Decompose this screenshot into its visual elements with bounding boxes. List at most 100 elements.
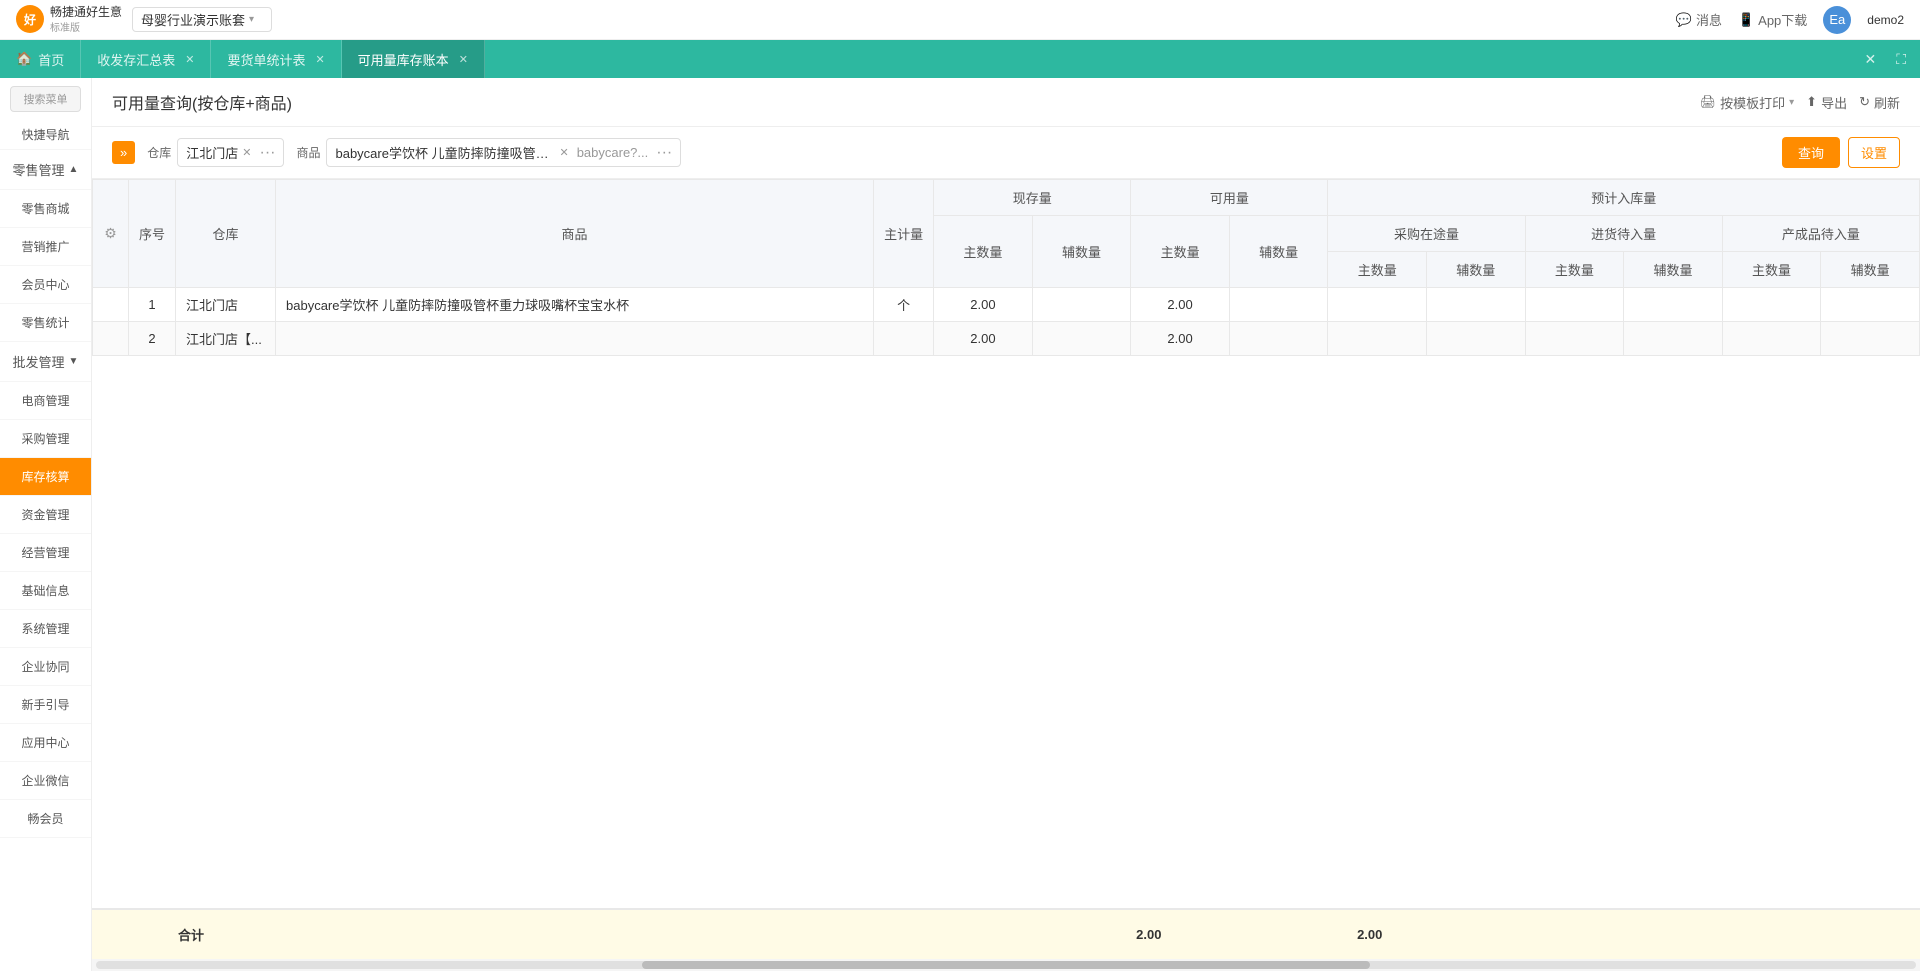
cell-sub-current-aux bbox=[1032, 322, 1131, 356]
cell-sub-product-aux bbox=[1821, 322, 1920, 356]
th-available: 可用量 bbox=[1131, 180, 1328, 216]
page-title: 可用量查询(按仓库+商品) bbox=[112, 90, 292, 114]
scrollbar-thumb[interactable] bbox=[642, 961, 1370, 969]
sidebar-item-ops[interactable]: 经营管理 bbox=[0, 534, 91, 572]
tab-available[interactable]: 可用量库存账本 ✕ bbox=[342, 40, 485, 78]
product-input[interactable]: babycare学饮杯 儿童防摔防撞吸管杯重力球吸嘴杯宝宝水杯 ✕ babyca… bbox=[326, 138, 681, 167]
filter-toggle-button[interactable]: » bbox=[112, 141, 135, 164]
footer-current-main: 2.00 bbox=[1072, 918, 1225, 951]
cell-sub-current-main: 2.00 bbox=[934, 322, 1033, 356]
settings-button[interactable]: 设置 bbox=[1848, 137, 1900, 168]
sidebar-item-finance[interactable]: 资金管理 bbox=[0, 496, 91, 534]
th-goods-main: 主数量 bbox=[1525, 252, 1624, 288]
cell-sub-unit bbox=[874, 322, 934, 356]
table-row-subtotal: 2 江北门店【... 2.00 2.00 bbox=[93, 322, 1920, 356]
sidebar: 搜索菜单 快捷导航 零售管理 ▲ 零售商城 营销推广 会员中心 零售统计 批发管… bbox=[0, 78, 92, 971]
warehouse-more-icon[interactable]: ··· bbox=[259, 144, 275, 162]
th-index: 序号 bbox=[129, 180, 176, 288]
tab-bar: 🏠 首页 收发存汇总表 ✕ 要货单统计表 ✕ 可用量库存账本 ✕ ✕ ⛶ bbox=[0, 40, 1920, 78]
th-goods-aux: 辅数量 bbox=[1624, 252, 1723, 288]
th-purchase-transit: 采购在途量 bbox=[1328, 216, 1525, 252]
sidebar-item-marketing[interactable]: 营销推广 bbox=[0, 228, 91, 266]
cell-sub-purchase-aux bbox=[1427, 322, 1526, 356]
th-current-aux: 辅数量 bbox=[1032, 216, 1131, 288]
page-header: 可用量查询(按仓库+商品) 🖨 按模板打印 ▾ ⬆ 导出 ↻ 刷新 bbox=[92, 78, 1920, 127]
settings-gear-icon[interactable]: ⚙ bbox=[104, 225, 117, 241]
logo-icon: 好 bbox=[16, 5, 44, 33]
cell-sub-check bbox=[93, 322, 129, 356]
cell-sub-warehouse: 江北门店【... bbox=[176, 322, 276, 356]
cell-checkbox[interactable] bbox=[93, 288, 129, 322]
sidebar-item-vip[interactable]: 畅会员 bbox=[0, 800, 91, 838]
footer-goods-main bbox=[1649, 918, 1717, 951]
table-row: 1 江北门店 babycare学饮杯 儿童防摔防撞吸管杯重力球吸嘴杯宝宝水杯 个… bbox=[93, 288, 1920, 322]
th-unit: 主计量 bbox=[874, 180, 934, 288]
cell-unit: 个 bbox=[874, 288, 934, 322]
sidebar-item-system[interactable]: 系统管理 bbox=[0, 610, 91, 648]
sidebar-item-purchase[interactable]: 采购管理 bbox=[0, 420, 91, 458]
sidebar-item-ecommerce[interactable]: 电商管理 bbox=[0, 382, 91, 420]
print-button[interactable]: 🖨 按模板打印 ▾ bbox=[1700, 93, 1795, 112]
product-more-icon[interactable]: ··· bbox=[656, 144, 672, 162]
th-settings: ⚙ bbox=[93, 180, 129, 288]
tab-close-all-button[interactable]: ✕ bbox=[1858, 49, 1882, 70]
tab-order-stat[interactable]: 要货单统计表 ✕ bbox=[211, 40, 341, 78]
warehouse-label: 仓库 bbox=[147, 144, 171, 161]
th-goods-arrival: 进货待入量 bbox=[1525, 216, 1722, 252]
product-tag2: babycare?... bbox=[577, 145, 649, 160]
refresh-button[interactable]: ↻ 刷新 bbox=[1859, 93, 1900, 112]
tab-receive[interactable]: 收发存汇总表 ✕ bbox=[81, 40, 211, 78]
app-download-button[interactable]: 📱 App下载 bbox=[1738, 10, 1807, 29]
product-tag1-close[interactable]: ✕ bbox=[559, 146, 568, 159]
sidebar-item-quick-nav[interactable]: 快捷导航 bbox=[0, 120, 91, 150]
query-button[interactable]: 查询 bbox=[1782, 137, 1840, 168]
download-icon: 📱 bbox=[1738, 12, 1754, 28]
sidebar-item-inventory[interactable]: 库存核算 bbox=[0, 458, 91, 496]
content-area: 可用量查询(按仓库+商品) 🖨 按模板打印 ▾ ⬆ 导出 ↻ 刷新 » bbox=[92, 78, 1920, 971]
tab-close-order-stat[interactable]: ✕ bbox=[315, 53, 324, 66]
main-layout: 搜索菜单 快捷导航 零售管理 ▲ 零售商城 营销推广 会员中心 零售统计 批发管… bbox=[0, 78, 1920, 971]
user-name[interactable]: demo2 bbox=[1867, 13, 1904, 27]
footer-total-label: 合计 bbox=[168, 918, 268, 951]
data-table: ⚙ 序号 仓库 商品 主计量 现存量 可用量 预计入库量 主数量 辅数量 主数量 bbox=[92, 179, 1920, 356]
print-icon: 🖨 bbox=[1700, 94, 1717, 110]
export-button[interactable]: ⬆ 导出 bbox=[1806, 93, 1847, 112]
message-button[interactable]: 💬 消息 bbox=[1676, 10, 1722, 29]
cell-sub-purchase-main bbox=[1328, 322, 1427, 356]
warehouse-input[interactable]: 江北门店 ✕ ··· bbox=[177, 138, 284, 167]
footer-purchase-aux bbox=[1582, 918, 1650, 951]
product-tag1: babycare学饮杯 儿童防摔防撞吸管杯重力球吸嘴杯宝宝水杯 bbox=[335, 143, 555, 162]
tab-expand-button[interactable]: ⛶ bbox=[1890, 49, 1912, 70]
sidebar-item-base[interactable]: 基础信息 bbox=[0, 572, 91, 610]
cell-goods-aux bbox=[1624, 288, 1723, 322]
sidebar-item-collab[interactable]: 企业协同 bbox=[0, 648, 91, 686]
account-selector[interactable]: 母婴行业演示账套 ▾ bbox=[132, 7, 272, 32]
tab-home[interactable]: 🏠 首页 bbox=[0, 40, 81, 78]
chevron-icon: ▲ bbox=[69, 164, 79, 175]
th-product-main: 主数量 bbox=[1722, 252, 1821, 288]
sidebar-item-guide[interactable]: 新手引导 bbox=[0, 686, 91, 724]
sidebar-item-wholesale[interactable]: 批发管理 ▼ bbox=[0, 342, 91, 382]
th-avail-aux: 辅数量 bbox=[1229, 216, 1328, 288]
table-footer: 合计 2.00 2.00 bbox=[92, 908, 1920, 959]
sidebar-search-button[interactable]: 搜索菜单 bbox=[10, 86, 81, 112]
product-filter-group: 商品 babycare学饮杯 儿童防摔防撞吸管杯重力球吸嘴杯宝宝水杯 ✕ bab… bbox=[296, 138, 681, 167]
sidebar-item-member[interactable]: 会员中心 bbox=[0, 266, 91, 304]
cell-product: babycare学饮杯 儿童防摔防撞吸管杯重力球吸嘴杯宝宝水杯 bbox=[276, 288, 874, 322]
refresh-icon: ↻ bbox=[1859, 94, 1870, 110]
sidebar-item-apps[interactable]: 应用中心 bbox=[0, 724, 91, 762]
th-warehouse: 仓库 bbox=[176, 180, 276, 288]
cell-warehouse: 江北门店 bbox=[176, 288, 276, 322]
th-purchase-main: 主数量 bbox=[1328, 252, 1427, 288]
horizontal-scrollbar[interactable] bbox=[92, 959, 1920, 971]
sidebar-item-retail-mgmt[interactable]: 零售管理 ▲ bbox=[0, 150, 91, 190]
warehouse-tag-close[interactable]: ✕ bbox=[242, 146, 251, 159]
sidebar-item-retail-stat[interactable]: 零售统计 bbox=[0, 304, 91, 342]
sidebar-item-retail-mall[interactable]: 零售商城 bbox=[0, 190, 91, 228]
table-container: ⚙ 序号 仓库 商品 主计量 现存量 可用量 预计入库量 主数量 辅数量 主数量 bbox=[92, 179, 1920, 908]
cell-sub-goods-main bbox=[1525, 322, 1624, 356]
tab-close-available[interactable]: ✕ bbox=[459, 53, 468, 66]
sidebar-item-wechat[interactable]: 企业微信 bbox=[0, 762, 91, 800]
th-current-stock: 现存量 bbox=[934, 180, 1131, 216]
tab-close-receive[interactable]: ✕ bbox=[185, 53, 194, 66]
